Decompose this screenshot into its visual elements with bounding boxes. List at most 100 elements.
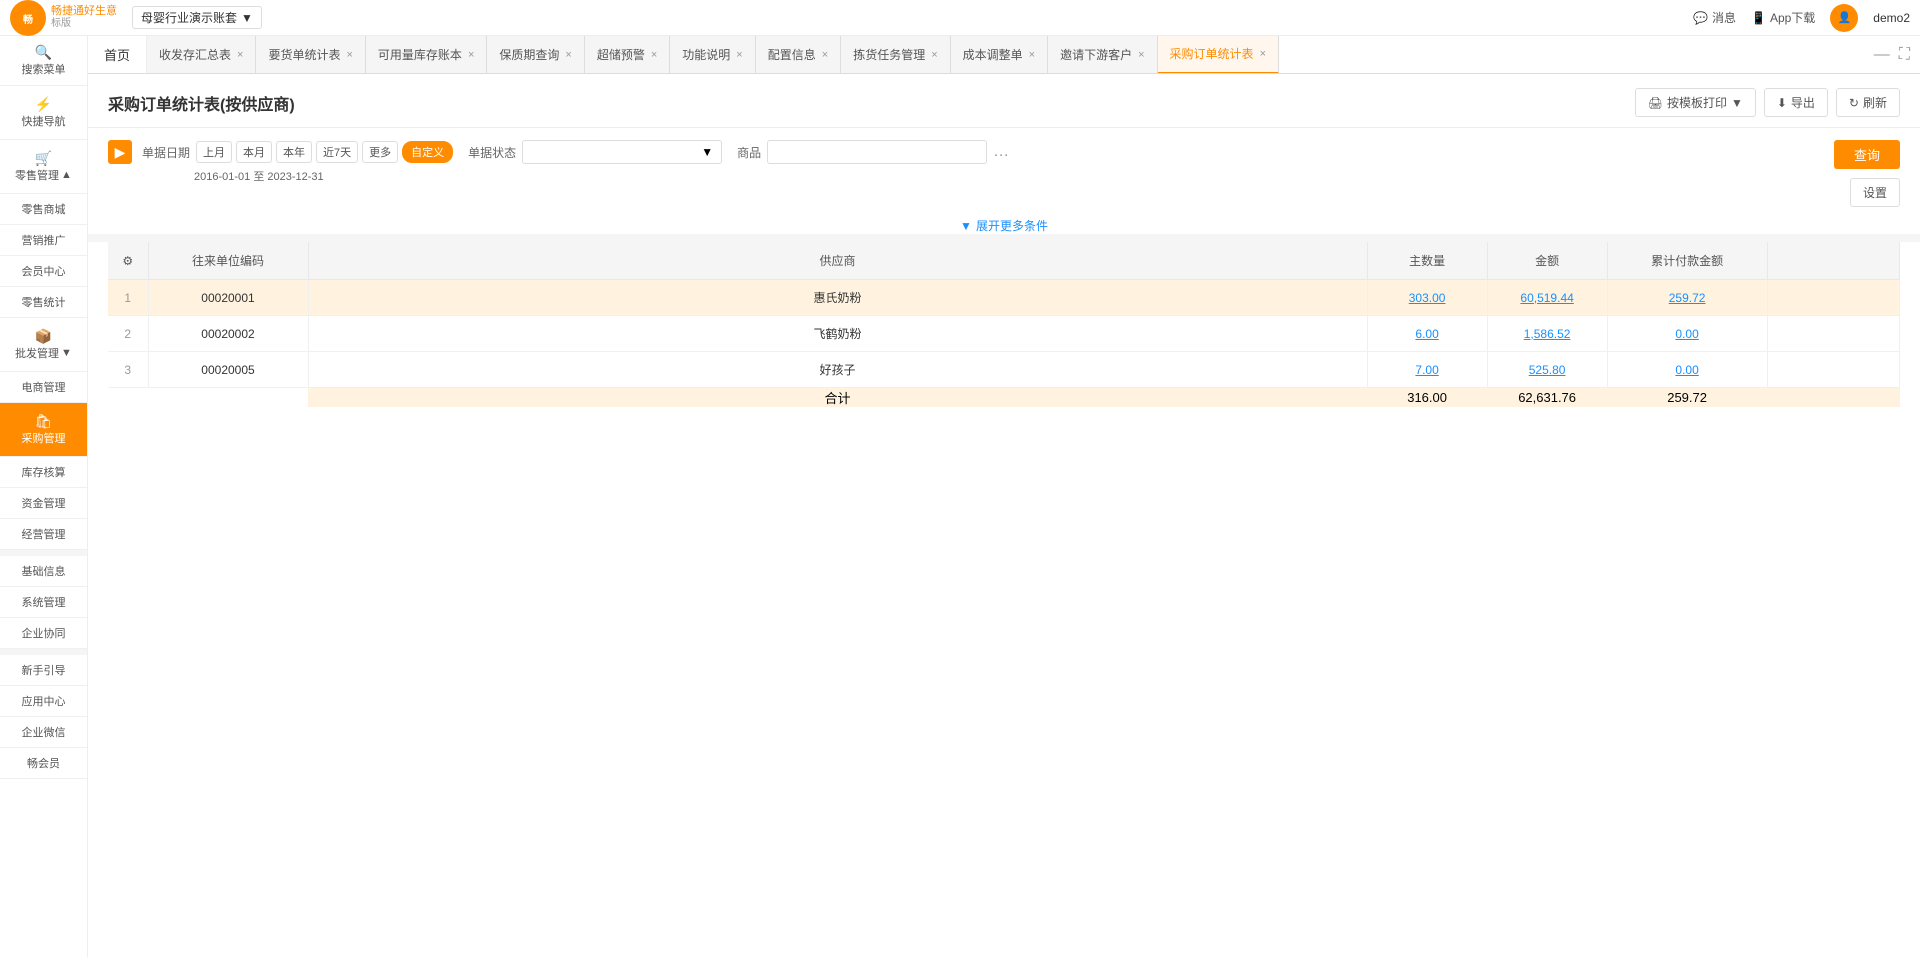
sidebar-item-finance[interactable]: 资金管理 <box>0 488 87 519</box>
tab-jian[interactable]: 拣货任务管理 × <box>841 36 950 74</box>
sidebar-item-inventory[interactable]: 库存核算 <box>0 457 87 488</box>
sidebar-item-marketing[interactable]: 营销推广 <box>0 225 87 256</box>
table-row[interactable]: 3 00020005 好孩子 7.00 525.80 0.00 <box>108 352 1900 388</box>
tab-close-yaohuo[interactable]: × <box>346 49 352 61</box>
table-row[interactable]: 1 00020001 惠氏奶粉 303.00 60,519.44 259.72 <box>108 280 1900 316</box>
sidebar-item-retail-mall[interactable]: 零售商城 <box>0 194 87 225</box>
status-label: 单据状态 <box>468 144 516 161</box>
row-num: 2 <box>108 316 148 352</box>
row-paid: 0.00 <box>1607 316 1767 352</box>
sidebar-item-member[interactable]: 会员中心 <box>0 256 87 287</box>
quick-nav-icon: ⚡ <box>5 96 82 113</box>
status-select[interactable]: ▼ <box>522 140 722 164</box>
row-extra <box>1767 352 1899 388</box>
tab-yaohuo[interactable]: 要货单统计表 × <box>256 36 365 74</box>
tab-close-chaocheng[interactable]: × <box>651 49 657 61</box>
tab-close-keyong[interactable]: × <box>468 49 474 61</box>
tab-baozhi[interactable]: 保质期查询 × <box>487 36 584 74</box>
export-btn[interactable]: ⬇ 导出 <box>1764 88 1828 117</box>
tab-minimize-btn[interactable]: — <box>1872 44 1892 66</box>
sidebar-item-wholesale[interactable]: 📦 批发管理▼ <box>0 318 87 372</box>
tab-keyong[interactable]: 可用量库存账本 × <box>366 36 487 74</box>
filter-toggle-btn[interactable]: ▶ <box>108 140 132 164</box>
page-actions: 🖨 按模板打印 ▼ ⬇ 导出 ↻ 刷新 <box>1635 88 1900 117</box>
sidebar-item-system[interactable]: 系统管理 <box>0 587 87 618</box>
goods-filter: 商品 … <box>737 140 1009 164</box>
date-btn-7days[interactable]: 近7天 <box>316 141 358 163</box>
column-settings-icon[interactable]: ⚙ <box>122 254 133 268</box>
filter-area: ▶ 单据日期 上月 本月 本年 <box>88 128 1920 234</box>
tab-close-gongneng[interactable]: × <box>736 49 742 61</box>
expand-more-btn[interactable]: ▼ 展开更多条件 <box>108 217 1900 234</box>
sidebar-item-enterprise[interactable]: 企业协同 <box>0 618 87 649</box>
row-paid: 0.00 <box>1607 352 1767 388</box>
tab-yaoqing[interactable]: 邀请下游客户 × <box>1048 36 1157 74</box>
user-avatar[interactable]: 👤 <box>1830 4 1858 32</box>
date-btn-last-month[interactable]: 上月 <box>196 141 232 163</box>
tab-gongneng[interactable]: 功能说明 × <box>670 36 755 74</box>
date-btn-this-year[interactable]: 本年 <box>276 141 312 163</box>
tab-close-peizhi[interactable]: × <box>822 49 828 61</box>
table-row[interactable]: 2 00020002 飞鹤奶粉 6.00 1,586.52 0.00 <box>108 316 1900 352</box>
sidebar-item-ecommerce[interactable]: 电商管理 <box>0 372 87 403</box>
footer-label: 合计 <box>308 388 1367 408</box>
th-supplier: 供应商 <box>308 242 1367 280</box>
tab-shoufa[interactable]: 收发存汇总表 × <box>147 36 256 74</box>
goods-input[interactable] <box>767 140 987 164</box>
date-btn-more[interactable]: 更多 <box>362 141 398 163</box>
sidebar-item-retail[interactable]: 🛒 零售管理▲ <box>0 140 87 194</box>
page-title: 采购订单统计表(按供应商) <box>108 91 295 115</box>
tab-close-baozhi[interactable]: × <box>565 49 571 61</box>
logo-area: 畅 畅捷通好生意 标版 <box>10 0 117 36</box>
sidebar-item-appcenter[interactable]: 应用中心 <box>0 686 87 717</box>
tab-close-caigou[interactable]: × <box>1260 48 1266 60</box>
tab-caigou[interactable]: 采购订单统计表 × <box>1158 36 1279 74</box>
sidebar-item-newguide[interactable]: 新手引导 <box>0 655 87 686</box>
username[interactable]: demo2 <box>1873 11 1910 25</box>
date-btn-this-month[interactable]: 本月 <box>236 141 272 163</box>
sidebar-item-vip[interactable]: 畅会员 <box>0 748 87 779</box>
tab-chengben[interactable]: 成本调整单 × <box>951 36 1048 74</box>
sidebar-item-purchase[interactable]: 🛍 采购管理 <box>0 403 87 457</box>
tab-close-shoufa[interactable]: × <box>237 49 243 61</box>
refresh-btn[interactable]: ↻ 刷新 <box>1836 88 1900 117</box>
tab-chaocheng[interactable]: 超储预警 × <box>585 36 670 74</box>
query-btn[interactable]: 查询 <box>1834 140 1900 169</box>
sidebar-item-retail-stat[interactable]: 零售统计 <box>0 287 87 318</box>
th-paid: 累计付款金额 <box>1607 242 1767 280</box>
sidebar-item-basic[interactable]: 基础信息 <box>0 556 87 587</box>
tab-bar: 首页 收发存汇总表 × 要货单统计表 × 可用量库存账本 × 保质期查询 × <box>88 36 1920 74</box>
sidebar-item-operation[interactable]: 经营管理 <box>0 519 87 550</box>
tab-close-yaoqing[interactable]: × <box>1138 49 1144 61</box>
svg-text:畅: 畅 <box>23 13 33 26</box>
workspace-selector[interactable]: 母婴行业演示账套 ▼ <box>132 6 262 29</box>
settings-btn[interactable]: 设置 <box>1850 178 1900 207</box>
footer-empty2 <box>148 388 308 408</box>
tab-close-chengben[interactable]: × <box>1029 49 1035 61</box>
main-content: 采购订单统计表(按供应商) 🖨 按模板打印 ▼ ⬇ 导出 ↻ <box>88 74 1920 957</box>
date-shortcuts: 上月 本月 本年 近7天 更多 自定义 <box>196 141 453 163</box>
tab-peizhi[interactable]: 配置信息 × <box>756 36 841 74</box>
table-footer-row: 合计 316.00 62,631.76 259.72 <box>108 388 1900 408</box>
messages-btn[interactable]: 💬 消息 <box>1693 9 1736 26</box>
logo-icon: 畅 <box>10 0 46 36</box>
refresh-icon: ↻ <box>1849 96 1859 110</box>
row-supplier: 飞鹤奶粉 <box>308 316 1367 352</box>
th-settings: ⚙ <box>108 242 148 280</box>
sidebar-item-quick[interactable]: ⚡ 快捷导航 <box>0 86 87 140</box>
wholesale-icon: 📦 <box>5 328 82 345</box>
tab-close-jian[interactable]: × <box>931 49 937 61</box>
tab-expand-btn[interactable]: ⛶ <box>1897 44 1912 66</box>
sidebar-item-search[interactable]: 🔍 搜索菜单 <box>0 36 87 86</box>
th-qty: 主数量 <box>1367 242 1487 280</box>
template-print-btn[interactable]: 🖨 按模板打印 ▼ <box>1635 88 1756 117</box>
sidebar-item-corpwx[interactable]: 企业微信 <box>0 717 87 748</box>
row-supplier: 惠氏奶粉 <box>308 280 1367 316</box>
footer-paid: 259.72 <box>1607 388 1767 408</box>
app-download-btn[interactable]: 📱 App下载 <box>1751 9 1815 26</box>
search-icon: 🔍 <box>5 44 82 61</box>
tab-home[interactable]: 首页 <box>88 36 147 74</box>
date-btn-custom[interactable]: 自定义 <box>402 141 453 163</box>
date-range-display: 2016-01-01 至 2023-12-31 <box>194 171 324 183</box>
goods-more-icon[interactable]: … <box>993 143 1009 161</box>
